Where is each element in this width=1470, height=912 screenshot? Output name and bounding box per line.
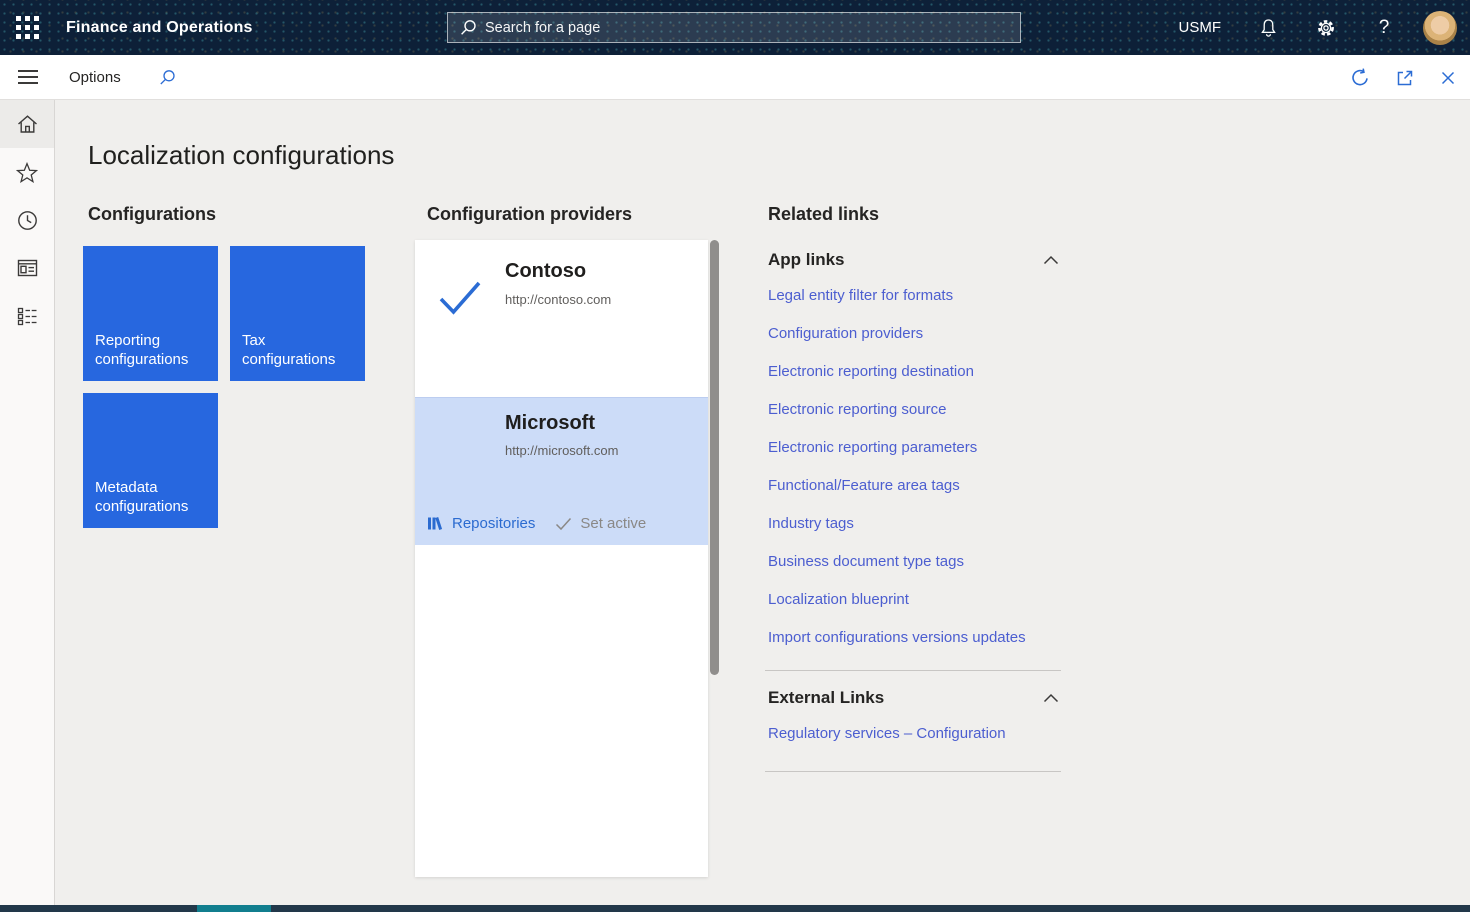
action-bar-right-cluster [1350, 55, 1470, 100]
star-icon [16, 162, 38, 183]
dynamics-365-window: Finance and Operations USMF [0, 0, 1470, 912]
link-configuration-providers[interactable]: Configuration providers [768, 325, 1061, 341]
tile-label: Tax configurations [242, 331, 353, 369]
action-bar: Options [0, 55, 1470, 100]
refresh-icon [1350, 68, 1370, 88]
related-links-header: Related links [768, 204, 879, 225]
link-er-parameters[interactable]: Electronic reporting parameters [768, 439, 1061, 455]
search-icon [159, 69, 176, 86]
external-links-list: Regulatory services – Configuration [765, 725, 1061, 741]
divider [765, 670, 1061, 671]
sidebar-item-favorites[interactable] [0, 148, 54, 196]
app-launcher-button[interactable] [0, 0, 55, 55]
workspace-form-icon [17, 259, 38, 277]
tile-tax-configurations[interactable]: Tax configurations [230, 246, 365, 381]
company-picker[interactable]: USMF [1179, 19, 1222, 36]
tile-metadata-configurations[interactable]: Metadata configurations [83, 393, 218, 528]
tile-label: Metadata configurations [95, 478, 206, 516]
bell-icon [1259, 18, 1278, 38]
clock-icon [17, 210, 38, 231]
repositories-button[interactable]: Repositories [427, 515, 535, 532]
link-legal-entity-filter[interactable]: Legal entity filter for formats [768, 287, 1061, 303]
tile-reporting-configurations[interactable]: Reporting configurations [83, 246, 218, 381]
app-title: Finance and Operations [66, 19, 253, 37]
close-icon [1440, 70, 1456, 86]
page-title: Localization configurations [88, 140, 394, 171]
horizontal-scrollbar-thumb[interactable] [197, 905, 271, 912]
repositories-label: Repositories [452, 515, 535, 532]
tile-label: Reporting configurations [95, 331, 206, 369]
provider-name: Microsoft [505, 412, 595, 435]
chevron-up-icon [1043, 693, 1059, 703]
refresh-button[interactable] [1350, 68, 1370, 88]
options-menu[interactable]: Options [69, 69, 121, 86]
sidebar-item-recent[interactable] [0, 196, 54, 244]
modules-list-icon [17, 307, 38, 326]
link-industry-tags[interactable]: Industry tags [768, 515, 1061, 531]
provider-list-scrollbar[interactable] [710, 240, 719, 675]
set-active-label: Set active [580, 515, 646, 532]
notifications-button[interactable] [1257, 17, 1279, 39]
popout-icon [1396, 69, 1414, 87]
provider-url: http://contoso.com [505, 292, 611, 307]
set-active-button[interactable]: Set active [555, 515, 646, 532]
provider-url: http://microsoft.com [505, 443, 618, 458]
link-functional-feature-tags[interactable]: Functional/Feature area tags [768, 477, 1061, 493]
active-check-icon [439, 280, 481, 318]
app-links-group-header: App links [765, 249, 1061, 271]
nav-menu-button[interactable] [0, 55, 55, 100]
provider-row-contoso[interactable]: Contoso http://contoso.com [415, 240, 708, 397]
check-icon [555, 517, 572, 531]
app-links-list: Legal entity filter for formats Configur… [765, 287, 1061, 645]
provider-actions: Repositories Set active [427, 515, 646, 532]
divider [765, 771, 1061, 772]
page-search-box[interactable] [447, 12, 1021, 43]
question-mark-icon: ? [1379, 17, 1390, 39]
sidebar-item-modules[interactable] [0, 292, 54, 340]
providers-header: Configuration providers [427, 204, 632, 225]
external-links-group-header: External Links [765, 687, 1061, 709]
link-er-source[interactable]: Electronic reporting source [768, 401, 1061, 417]
hamburger-icon [18, 70, 38, 72]
horizontal-scrollbar-track [0, 905, 1470, 912]
link-er-destination[interactable]: Electronic reporting destination [768, 363, 1061, 379]
action-search-button[interactable] [159, 69, 176, 86]
nav-rail [0, 100, 55, 905]
link-import-configurations-versions[interactable]: Import configurations versions updates [768, 629, 1061, 645]
link-regulatory-services-configuration[interactable]: Regulatory services – Configuration [768, 725, 1061, 741]
open-in-new-window-button[interactable] [1396, 69, 1414, 87]
top-bar-right-cluster: USMF ? [1179, 0, 1470, 55]
close-button[interactable] [1440, 70, 1456, 86]
top-app-bar: Finance and Operations USMF [0, 0, 1470, 55]
books-icon [427, 516, 444, 531]
search-icon [460, 19, 477, 36]
configurations-tile-group: Reporting configurations Tax configurati… [83, 246, 365, 528]
provider-list: Contoso http://contoso.com Microsoft htt… [415, 240, 708, 877]
provider-name: Contoso [505, 260, 586, 283]
sidebar-item-home[interactable] [0, 100, 54, 148]
user-avatar[interactable] [1423, 11, 1457, 45]
chevron-up-icon [1043, 255, 1059, 265]
waffle-icon [16, 16, 39, 39]
app-links-title: App links [765, 250, 845, 270]
collapse-external-links-button[interactable] [1043, 693, 1061, 703]
external-links-title: External Links [765, 688, 884, 708]
home-icon [16, 113, 39, 135]
related-links-panel: App links Legal entity filter for format… [765, 240, 1061, 772]
gear-icon [1316, 18, 1336, 38]
collapse-app-links-button[interactable] [1043, 255, 1061, 265]
link-business-document-type-tags[interactable]: Business document type tags [768, 553, 1061, 569]
help-button[interactable]: ? [1373, 17, 1395, 39]
search-input[interactable] [485, 20, 1020, 36]
link-localization-blueprint[interactable]: Localization blueprint [768, 591, 1061, 607]
provider-row-microsoft[interactable]: Microsoft http://microsoft.com Repositor… [415, 397, 708, 545]
sidebar-item-workspaces[interactable] [0, 244, 54, 292]
settings-button[interactable] [1315, 17, 1337, 39]
configurations-header: Configurations [88, 204, 216, 225]
